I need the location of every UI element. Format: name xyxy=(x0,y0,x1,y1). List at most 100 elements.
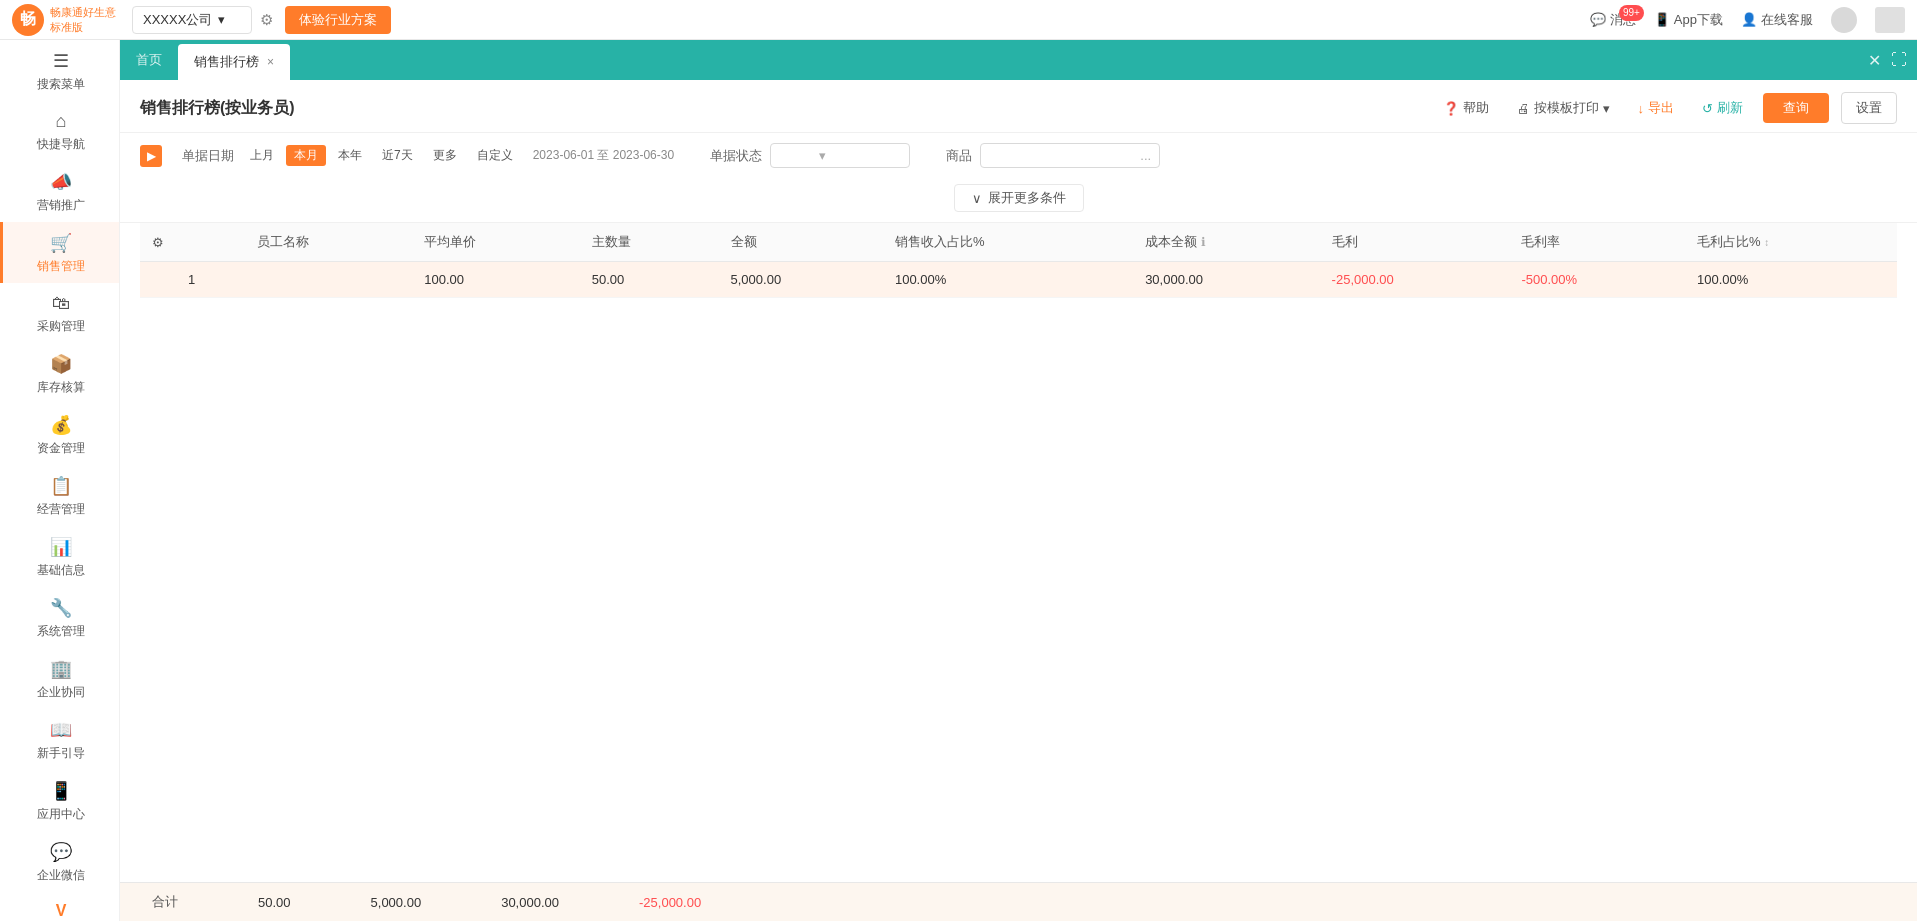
finance-icon: 💰 xyxy=(50,414,72,436)
guide-icon: 📖 xyxy=(50,719,72,741)
sidebar-item-label: 基础信息 xyxy=(37,562,85,579)
print-btn[interactable]: 🖨 按模板打印 ▾ xyxy=(1509,95,1618,121)
sidebar-item-enterprise[interactable]: 🏢 企业协同 xyxy=(0,648,119,709)
print-chevron-icon: ▾ xyxy=(1603,101,1610,116)
status-select-arrow: ▾ xyxy=(819,148,826,163)
sidebar-item-guide[interactable]: 📖 新手引导 xyxy=(0,709,119,770)
export-btn[interactable]: ↓ 导出 xyxy=(1630,95,1683,121)
col-gross: 毛利 xyxy=(1320,223,1510,262)
company-settings-icon[interactable]: ⚙ xyxy=(260,11,273,29)
col-employee-name: 员工名称 xyxy=(245,223,412,262)
status-select[interactable]: ▾ xyxy=(770,143,910,168)
expand-more-btn[interactable]: ∨ 展开更多条件 xyxy=(954,184,1084,212)
page-actions: ❓ 帮助 🖨 按模板打印 ▾ ↓ 导出 ↺ 刷新 xyxy=(1435,92,1898,124)
message-badge: 99+ xyxy=(1619,5,1644,21)
date-filter: 单据日期 上月 本月 本年 近7天 更多 自定义 2023-06-01 至 20… xyxy=(182,145,674,166)
page-title: 销售排行榜(按业务员) xyxy=(140,98,295,119)
date-custom[interactable]: 自定义 xyxy=(469,145,521,166)
user-name-display xyxy=(1875,7,1905,33)
gross-ratio-sort-icon[interactable]: ↕ xyxy=(1764,237,1769,248)
sidebar-item-app-center[interactable]: 📱 应用中心 xyxy=(0,770,119,831)
cell-settings xyxy=(140,262,176,298)
sidebar-item-purchase[interactable]: 🛍 采购管理 xyxy=(0,283,119,343)
sidebar-item-basic-info[interactable]: 📊 基础信息 xyxy=(0,526,119,587)
col-gross-rate: 毛利率 xyxy=(1509,223,1685,262)
date-more[interactable]: 更多 xyxy=(425,145,465,166)
tab-home[interactable]: 首页 xyxy=(120,40,178,80)
tab-sales-ranking[interactable]: 销售排行榜 × xyxy=(178,44,290,80)
table-container: ⚙ 员工名称 平均单价 主数量 xyxy=(120,223,1917,882)
sidebar-item-search[interactable]: ☰ 搜索菜单 xyxy=(0,40,119,101)
status-filter: 单据状态 ▾ xyxy=(710,143,910,168)
company-name: XXXXX公司 xyxy=(143,11,212,29)
sidebar-item-label: 采购管理 xyxy=(37,318,85,335)
trial-button[interactable]: 体验行业方案 xyxy=(285,6,391,34)
sidebar-item-wechat[interactable]: 💬 企业微信 xyxy=(0,831,119,892)
member-icon: V xyxy=(56,902,67,920)
sidebar-item-inventory[interactable]: 📦 库存核算 xyxy=(0,343,119,404)
goods-input[interactable]: ... xyxy=(980,143,1160,168)
sidebar-item-marketing[interactable]: 📣 营销推广 xyxy=(0,161,119,222)
purchase-icon: 🛍 xyxy=(52,293,70,314)
settings-button[interactable]: 设置 xyxy=(1841,92,1897,124)
wechat-icon: 💬 xyxy=(50,841,72,863)
sidebar-item-system[interactable]: 🔧 系统管理 xyxy=(0,587,119,648)
sidebar-item-operations[interactable]: 📋 经营管理 xyxy=(0,465,119,526)
column-settings-icon: ⚙ xyxy=(152,235,164,250)
sidebar-item-finance[interactable]: 💰 资金管理 xyxy=(0,404,119,465)
tab-bar-right: ✕ ⛶ xyxy=(1868,51,1917,70)
col-gross-ratio: 毛利占比% ↕ xyxy=(1685,223,1897,262)
marketing-icon: 📣 xyxy=(50,171,72,193)
sidebar-item-label: 企业协同 xyxy=(37,684,85,701)
cell-amount: 5,000.00 xyxy=(719,262,883,298)
cell-cost: 30,000.00 xyxy=(1133,262,1319,298)
table-footer: 合计 50.00 5,000.00 30,000.00 -25,000.00 xyxy=(120,882,1917,921)
expand-down-icon: ∨ xyxy=(972,191,982,206)
col-amount: 全额 xyxy=(719,223,883,262)
filter-row: ▶ 单据日期 上月 本月 本年 近7天 更多 自定义 xyxy=(140,143,1897,168)
app-download-btn[interactable]: 📱 App下载 xyxy=(1654,11,1723,29)
expand-more-label: 展开更多条件 xyxy=(988,189,1066,207)
date-current-year[interactable]: 本年 xyxy=(330,145,370,166)
sidebar-item-label: 库存核算 xyxy=(37,379,85,396)
date-prev-month[interactable]: 上月 xyxy=(242,145,282,166)
system-icon: 🔧 xyxy=(50,597,72,619)
topbar: 畅 畅康通好生意 标准版 XXXXX公司 ▾ ⚙ 体验行业方案 💬 消息 99+… xyxy=(0,0,1917,40)
help-btn[interactable]: ❓ 帮助 xyxy=(1435,95,1497,121)
tab-close-icon[interactable]: × xyxy=(267,55,274,69)
sidebar-item-member[interactable]: V 畅会员 xyxy=(0,892,119,921)
cell-avg-price: 100.00 xyxy=(412,262,579,298)
tab-close-all-icon[interactable]: ✕ xyxy=(1868,51,1881,70)
online-service-btn[interactable]: 👤 在线客服 xyxy=(1741,11,1813,29)
tab-home-label: 首页 xyxy=(136,51,162,69)
date-filter-label: 单据日期 xyxy=(182,147,234,165)
col-settings[interactable]: ⚙ xyxy=(140,223,176,262)
filter-expand-arrow[interactable]: ▶ xyxy=(140,145,162,167)
message-btn[interactable]: 💬 消息 99+ xyxy=(1590,11,1636,29)
date-last-7days[interactable]: 近7天 xyxy=(374,145,421,166)
cell-sales-ratio: 100.00% xyxy=(883,262,1133,298)
sidebar-item-quick-nav[interactable]: ⌂ 快捷导航 xyxy=(0,101,119,161)
logo-icon: 畅 xyxy=(12,4,44,36)
cell-quantity: 50.00 xyxy=(580,262,719,298)
query-button[interactable]: 查询 xyxy=(1763,93,1829,123)
data-table: ⚙ 员工名称 平均单价 主数量 xyxy=(140,223,1897,298)
cell-gross-rate: -500.00% xyxy=(1509,262,1685,298)
sidebar-item-label: 应用中心 xyxy=(37,806,85,823)
export-icon: ↓ xyxy=(1638,101,1645,116)
sidebar-item-label: 资金管理 xyxy=(37,440,85,457)
sidebar-item-sales[interactable]: 🛒 销售管理 xyxy=(0,222,119,283)
date-shortcuts: 上月 本月 本年 近7天 更多 自定义 xyxy=(242,145,521,166)
sidebar-item-label: 系统管理 xyxy=(37,623,85,640)
col-quantity: 主数量 xyxy=(580,223,719,262)
cost-info-icon[interactable]: ℹ xyxy=(1201,235,1206,249)
date-current-month[interactable]: 本月 xyxy=(286,145,326,166)
refresh-btn[interactable]: ↺ 刷新 xyxy=(1694,95,1751,121)
footer-cost: 30,000.00 xyxy=(501,895,559,910)
filter-bar: ▶ 单据日期 上月 本月 本年 近7天 更多 自定义 xyxy=(120,133,1917,223)
goods-filter-label: 商品 xyxy=(946,147,972,165)
company-selector[interactable]: XXXXX公司 ▾ xyxy=(132,6,252,34)
tab-sales-label: 销售排行榜 xyxy=(194,53,259,71)
avatar[interactable] xyxy=(1831,7,1857,33)
tab-expand-icon[interactable]: ⛶ xyxy=(1891,51,1907,69)
